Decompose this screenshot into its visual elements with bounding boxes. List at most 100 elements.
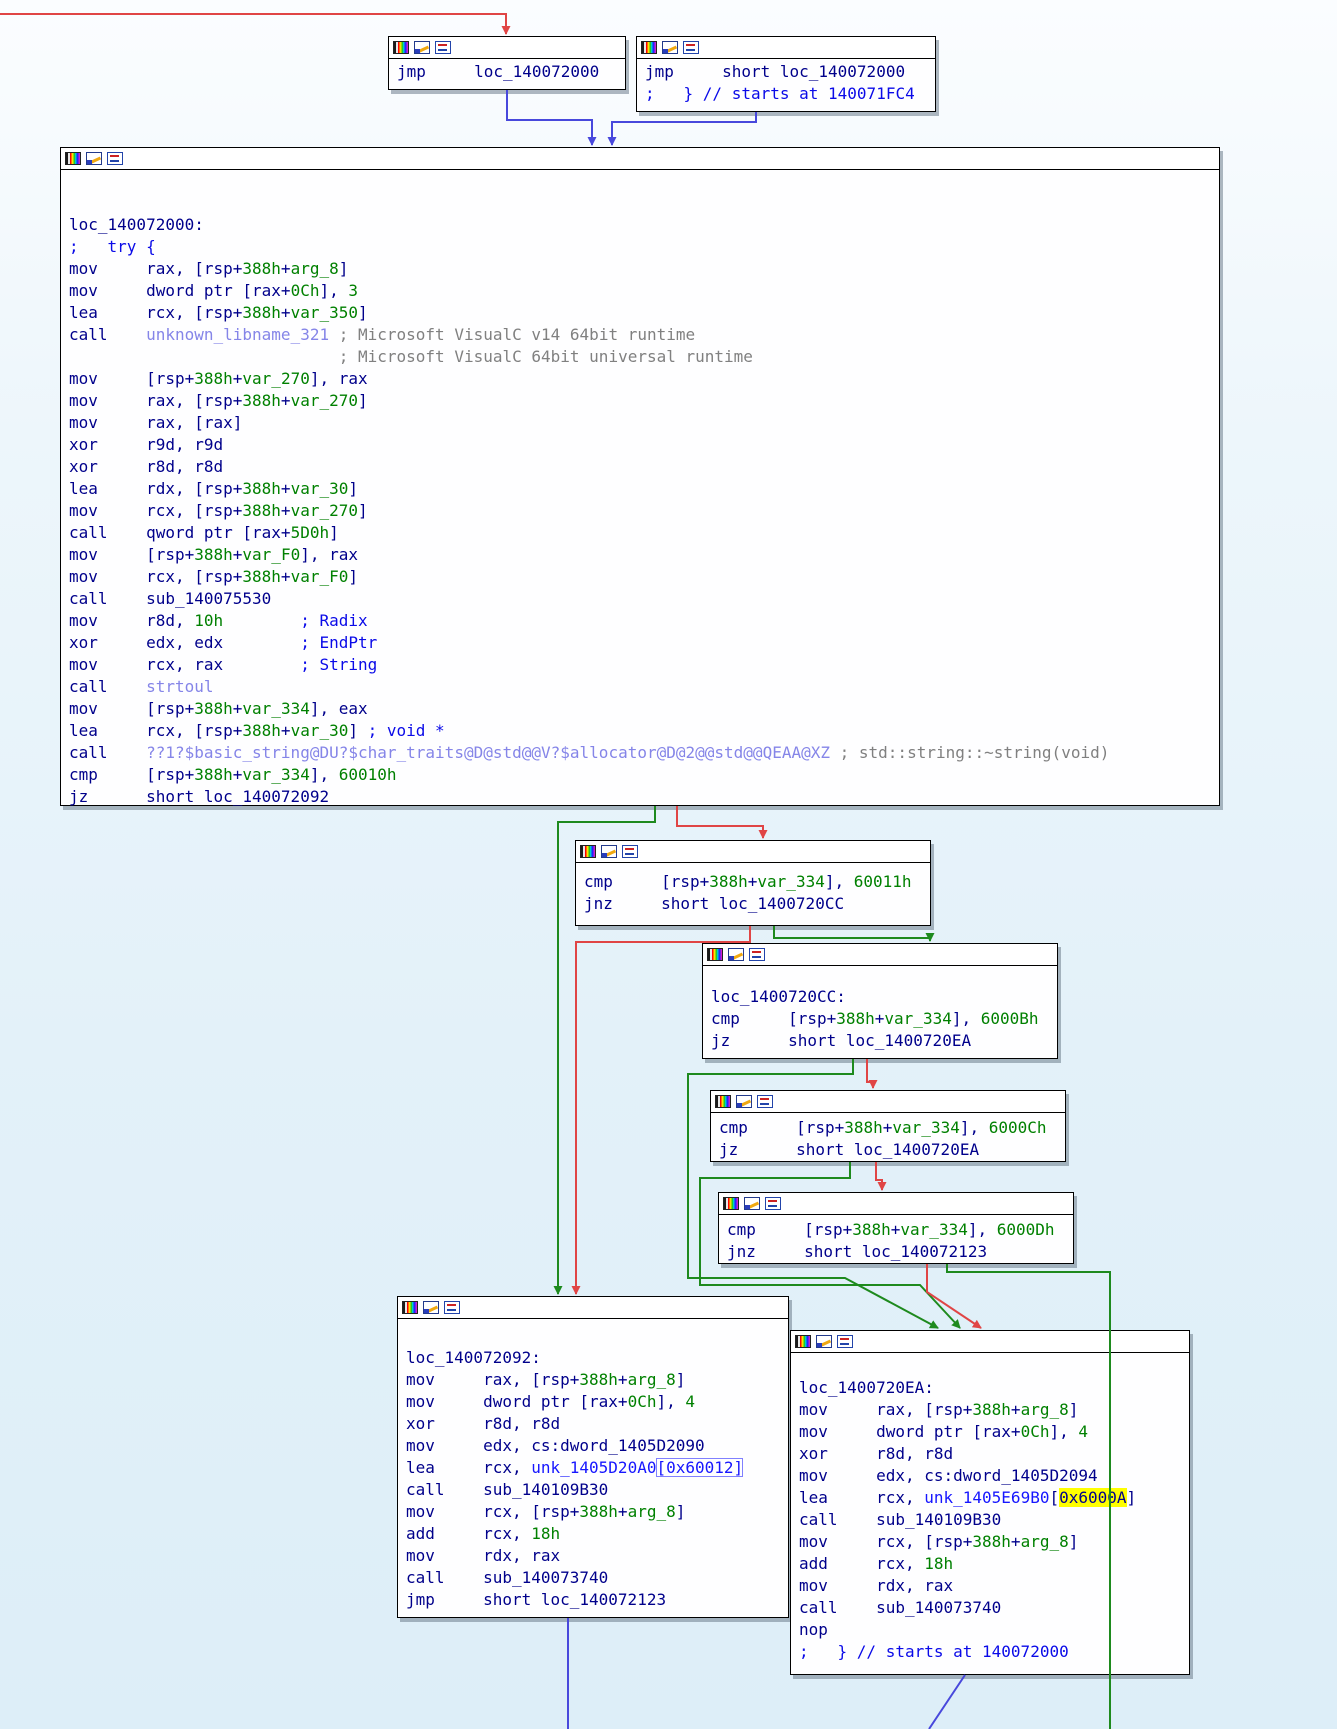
jmp-node-1[interactable]: jmp loc_140072000 [388, 36, 626, 90]
code-line[interactable]: mov rcx, [rsp+388h+arg_8] [799, 1531, 1189, 1553]
code-line[interactable]: jmp loc_140072000 [397, 61, 625, 83]
edit-icon[interactable] [728, 948, 744, 961]
edit-icon[interactable] [414, 41, 430, 54]
node-color-icon[interactable] [641, 41, 657, 54]
edit-icon[interactable] [662, 41, 678, 54]
code-line[interactable]: mov rax, [rax] [69, 412, 1219, 434]
group-node-icon[interactable] [757, 1095, 773, 1108]
code-line[interactable]: mov dword ptr [rax+0Ch], 4 [406, 1391, 788, 1413]
node-cmp-60011h[interactable]: cmp [rsp+388h+var_334], 60011h jnz short … [575, 840, 931, 926]
code-line[interactable]: call ??1?$basic_string@DU?$char_traits@D… [69, 742, 1219, 764]
code-line[interactable]: jmp short loc_140072123 [406, 1589, 788, 1611]
node-color-icon[interactable] [65, 152, 81, 165]
group-node-icon[interactable] [435, 41, 451, 54]
code-line[interactable]: mov [rsp+388h+var_334], eax [69, 698, 1219, 720]
code-line[interactable]: mov rax, [rsp+388h+arg_8] [406, 1369, 788, 1391]
code-line[interactable]: xor r9d, r9d [69, 434, 1219, 456]
code-line[interactable]: loc_1400720EA: [799, 1377, 1189, 1399]
code-line[interactable]: mov dword ptr [rax+0Ch], 3 [69, 280, 1219, 302]
code-line[interactable]: mov rcx, [rsp+388h+arg_8] [406, 1501, 788, 1523]
code-line[interactable]: loc_140072000: [69, 214, 1219, 236]
code-line[interactable]: call sub_140109B30 [406, 1479, 788, 1501]
code-line[interactable]: lea rcx, unk_1405E69B0[0x6000A] [799, 1487, 1189, 1509]
group-node-icon[interactable] [444, 1301, 460, 1314]
node-cmp-6000Ch[interactable]: cmp [rsp+388h+var_334], 6000Ch jz short l… [710, 1090, 1066, 1162]
code-line[interactable]: xor r8d, r8d [69, 456, 1219, 478]
code-line[interactable]: mov rcx, [rsp+388h+var_F0] [69, 566, 1219, 588]
jmp-node-2[interactable]: jmp short loc_140072000; } // starts at … [636, 36, 936, 112]
group-node-icon[interactable] [683, 41, 699, 54]
code-line[interactable]: call qword ptr [rax+5D0h] [69, 522, 1219, 544]
code-line[interactable]: jz short loc_1400720EA [719, 1139, 1065, 1161]
code-line[interactable]: call sub_140073740 [406, 1567, 788, 1589]
code-line[interactable]: call sub_140109B30 [799, 1509, 1189, 1531]
code-line[interactable]: mov rax, [rsp+388h+var_270] [69, 390, 1219, 412]
group-node-icon[interactable] [837, 1335, 853, 1348]
code-line[interactable]: cmp [rsp+388h+var_334], 60010h [69, 764, 1219, 786]
code-line[interactable]: lea rcx, unk_1405D20A0[0x60012] [406, 1457, 788, 1479]
group-node-icon[interactable] [749, 948, 765, 961]
code-line[interactable]: mov edx, cs:dword_1405D2090 [406, 1435, 788, 1457]
code-line[interactable]: cmp [rsp+388h+var_334], 6000Bh [711, 1008, 1057, 1030]
code-line[interactable]: add rcx, 18h [406, 1523, 788, 1545]
code-line[interactable]: xor edx, edx ; EndPtr [69, 632, 1219, 654]
node-color-icon[interactable] [402, 1301, 418, 1314]
code-line[interactable]: ; Microsoft VisualC 64bit universal runt… [69, 346, 1219, 368]
node-color-icon[interactable] [795, 1335, 811, 1348]
group-node-icon[interactable] [765, 1197, 781, 1210]
code-line[interactable]: cmp [rsp+388h+var_334], 60011h [584, 871, 930, 893]
node-color-icon[interactable] [393, 41, 409, 54]
code-line[interactable]: call unknown_libname_321 ; Microsoft Vis… [69, 324, 1219, 346]
code-line[interactable]: ; try { [69, 236, 1219, 258]
code-line[interactable]: mov rax, [rsp+388h+arg_8] [69, 258, 1219, 280]
code-line[interactable]: mov [rsp+388h+var_270], rax [69, 368, 1219, 390]
code-line[interactable]: cmp [rsp+388h+var_334], 6000Dh [727, 1219, 1073, 1241]
code-line[interactable]: mov rax, [rsp+388h+arg_8] [799, 1399, 1189, 1421]
code-line[interactable]: lea rcx, [rsp+388h+var_30] ; void * [69, 720, 1219, 742]
code-line[interactable]: mov r8d, 10h ; Radix [69, 610, 1219, 632]
code-line[interactable]: call sub_140075530 [69, 588, 1219, 610]
code-line[interactable]: cmp [rsp+388h+var_334], 6000Ch [719, 1117, 1065, 1139]
edit-icon[interactable] [423, 1301, 439, 1314]
code-line[interactable]: nop [799, 1619, 1189, 1641]
code-line[interactable]: loc_1400720CC: [711, 986, 1057, 1008]
code-line[interactable]: jz short loc_140072092 [69, 786, 1219, 808]
group-node-icon[interactable] [107, 152, 123, 165]
code-line[interactable]: ; } // starts at 140072000 [799, 1641, 1189, 1663]
code-line[interactable]: mov rdx, rax [799, 1575, 1189, 1597]
node-color-icon[interactable] [723, 1197, 739, 1210]
edit-icon[interactable] [736, 1095, 752, 1108]
code-line[interactable]: ; } // starts at 140071FC4 [645, 83, 935, 105]
code-line[interactable]: mov edx, cs:dword_1405D2094 [799, 1465, 1189, 1487]
ida-graph-view[interactable]: jmp loc_140072000 jmp short loc_140072000… [0, 0, 1337, 1729]
code-line[interactable]: loc_140072092: [406, 1347, 788, 1369]
code-line[interactable]: jmp short loc_140072000 [645, 61, 935, 83]
node-loc-140072092[interactable]: loc_140072092: mov rax, [rsp+388h+arg_8] m… [397, 1296, 789, 1618]
edit-icon[interactable] [86, 152, 102, 165]
node-cmp-6000Dh[interactable]: cmp [rsp+388h+var_334], 6000Dh jnz short … [718, 1192, 1074, 1264]
code-line[interactable]: call strtoul [69, 676, 1219, 698]
code-line[interactable]: add rcx, 18h [799, 1553, 1189, 1575]
code-line[interactable]: call sub_140073740 [799, 1597, 1189, 1619]
code-line[interactable]: lea rcx, [rsp+388h+var_350] [69, 302, 1219, 324]
code-line[interactable]: mov rcx, [rsp+388h+var_270] [69, 500, 1219, 522]
node-loc-140072000[interactable]: loc_140072000:; try {mov rax, [rsp+388h+… [60, 147, 1220, 806]
code-line[interactable]: xor r8d, r8d [406, 1413, 788, 1435]
node-color-icon[interactable] [715, 1095, 731, 1108]
code-line[interactable]: jnz short loc_1400720CC [584, 893, 930, 915]
code-line[interactable]: mov dword ptr [rax+0Ch], 4 [799, 1421, 1189, 1443]
code-line[interactable]: mov rdx, rax [406, 1545, 788, 1567]
edit-icon[interactable] [744, 1197, 760, 1210]
edit-icon[interactable] [601, 845, 617, 858]
code-line[interactable]: xor r8d, r8d [799, 1443, 1189, 1465]
node-loc-1400720CC[interactable]: loc_1400720CC: cmp [rsp+388h+var_334], 60… [702, 943, 1058, 1059]
code-line[interactable]: mov rcx, rax ; String [69, 654, 1219, 676]
code-line[interactable]: jz short loc_1400720EA [711, 1030, 1057, 1052]
node-loc-1400720EA[interactable]: loc_1400720EA: mov rax, [rsp+388h+arg_8] m… [790, 1330, 1190, 1675]
group-node-icon[interactable] [622, 845, 638, 858]
edit-icon[interactable] [816, 1335, 832, 1348]
code-line[interactable]: mov [rsp+388h+var_F0], rax [69, 544, 1219, 566]
node-color-icon[interactable] [580, 845, 596, 858]
node-color-icon[interactable] [707, 948, 723, 961]
code-line[interactable]: jnz short loc_140072123 [727, 1241, 1073, 1263]
